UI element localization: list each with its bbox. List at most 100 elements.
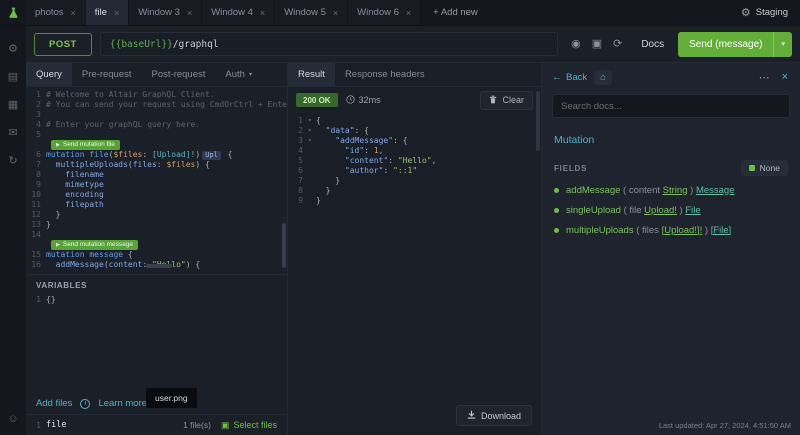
docs-fields: addMessage ( content String ) Message sin… [542, 180, 800, 240]
learn-more-link[interactable]: Learn more [98, 398, 147, 409]
docs-home-button[interactable]: ⌂ [594, 69, 612, 85]
code-text: filename [65, 170, 104, 179]
result-panel: Result Response headers 200 OK 32ms Clear… [288, 63, 542, 435]
window-tab[interactable]: photos × [26, 0, 86, 25]
run-label: Send mutation message [62, 240, 133, 248]
docs-menu-icon[interactable]: ⋯ [756, 71, 773, 84]
account-icon[interactable]: ☺ [7, 414, 18, 425]
tab-auth[interactable]: Auth ▾ [215, 63, 262, 86]
query-vertical-scrollbar-thumb[interactable] [282, 223, 286, 268]
code-line: 7 } [288, 176, 541, 186]
close-docs-icon[interactable]: × [780, 71, 790, 83]
tab-label: Window 4 [211, 7, 253, 18]
docs-search-input[interactable] [561, 100, 781, 112]
code-line: 9 mimetype [26, 180, 287, 190]
fold-icon[interactable]: ▾ [308, 116, 316, 126]
close-tab-icon[interactable]: × [260, 8, 265, 18]
code-line: 8 } [288, 186, 541, 196]
clear-result-button[interactable]: Clear [480, 90, 533, 110]
code-line: 1 ▾{ [288, 116, 541, 126]
altair-app: photos × file × Window 3 × Window 4 × Window 5 × W… [0, 0, 800, 435]
field-name-link[interactable]: singleUpload [566, 205, 621, 216]
docs-icon[interactable]: ▤ [8, 72, 18, 83]
panels-row: Query Pre-request Post-request Auth ▾ 1 # Wel… [26, 62, 800, 435]
close-tab-icon[interactable]: × [71, 8, 76, 18]
tab-pre-request[interactable]: Pre-request [72, 63, 142, 86]
add-files-link[interactable]: Add files [36, 398, 72, 409]
code-line: 2 # You can send your request using CmdOr… [26, 100, 296, 110]
query-editor[interactable]: 1 # Welcome to Altair GraphQL Client. 2 # Y… [26, 87, 296, 270]
tab-label: Result [298, 69, 325, 80]
download-button[interactable]: Download [455, 405, 532, 426]
code-text: {} [46, 295, 56, 304]
line-number: 14 [31, 230, 41, 239]
run-mutation-button[interactable]: ▶ Send mutation message [51, 240, 138, 250]
add-new-window-button[interactable]: + Add new [421, 0, 490, 25]
window-tab[interactable]: Window 6 × [348, 0, 422, 25]
code-line: 2 ▾ "data": { [288, 126, 541, 136]
http-method-button[interactable]: POST [34, 32, 92, 56]
close-tab-icon[interactable]: × [114, 8, 119, 18]
none-filter-button[interactable]: None [740, 160, 788, 176]
code-text: } [316, 176, 341, 185]
return-type-link[interactable]: [File] [711, 225, 732, 236]
close-tab-icon[interactable]: × [333, 8, 338, 18]
copy-icon[interactable]: ▣ [592, 38, 602, 50]
arg-type-link[interactable]: Upload! [644, 205, 677, 216]
tab-post-request[interactable]: Post-request [142, 63, 216, 86]
tab-label: Window 6 [357, 7, 399, 18]
field-name-link[interactable]: addMessage [566, 185, 620, 196]
file-upload-icon: ▣ [220, 419, 230, 430]
run-mutation-button[interactable]: ▶ Send mutation file [51, 140, 120, 150]
close-tab-icon[interactable]: × [187, 8, 192, 18]
fold-icon[interactable]: ▾ [308, 136, 316, 146]
code-line: 4 "id": 1, [288, 146, 541, 156]
send-request-button[interactable]: Send (message) ▾ [678, 31, 792, 57]
tab-result[interactable]: Result [288, 63, 335, 86]
docs-back-button[interactable]: ← Back [552, 72, 587, 83]
environment-selector[interactable]: ⚙ Staging [729, 0, 800, 25]
line-number: 12 [31, 210, 41, 219]
window-tab[interactable]: file × [85, 0, 130, 25]
variables-header[interactable]: VARIABLES [26, 275, 287, 292]
close-tab-icon[interactable]: × [406, 8, 411, 18]
reload-docs-icon[interactable]: ⟳ [613, 38, 622, 50]
plugins-icon[interactable]: ✉ [8, 128, 17, 139]
variables-editor[interactable]: 1 {} [26, 292, 287, 305]
code-line: 6 "author": "::1" [288, 166, 541, 176]
arg-type-link[interactable]: String [663, 185, 688, 196]
query-horizontal-scrollbar-thumb[interactable] [146, 264, 172, 268]
settings-icon[interactable]: ⚙ [8, 44, 18, 55]
query-panel-spacer [26, 305, 287, 393]
history-icon[interactable]: ↻ [8, 156, 17, 167]
tab-label: Pre-request [81, 69, 132, 80]
file-variable-name-input[interactable]: file [46, 420, 183, 430]
window-tabs: photos × file × Window 3 × Window 4 × Window 5 × W… [26, 0, 422, 25]
tab-response-headers[interactable]: Response headers [335, 63, 435, 86]
select-files-button[interactable]: ▣ Select files [221, 420, 277, 431]
line-number: 8 [36, 170, 41, 179]
file-count-label: 1 file(s) [183, 420, 211, 430]
return-type-link[interactable]: File [685, 205, 700, 216]
eye-icon[interactable]: ◉ [571, 38, 581, 50]
collections-icon[interactable]: ▦ [8, 100, 18, 111]
code-line: 1 {} [26, 295, 287, 305]
window-tab[interactable]: Window 4 × [202, 0, 276, 25]
file-name-tooltip: user.png [146, 388, 197, 408]
altair-logo-icon [0, 0, 26, 25]
download-icon [467, 410, 476, 421]
result-scrollbar-thumb[interactable] [536, 91, 540, 151]
fold-icon[interactable]: ▾ [308, 126, 316, 136]
response-editor[interactable]: 1 ▾{2 ▾ "data": {3 ▾ "addMessage": {4 "id":… [288, 113, 541, 206]
window-tab[interactable]: Window 3 × [129, 0, 203, 25]
arg-type-link[interactable]: [Upload!]! [662, 225, 703, 236]
return-type-link[interactable]: Message [696, 185, 735, 196]
window-tab[interactable]: Window 5 × [275, 0, 349, 25]
info-icon[interactable]: i [80, 398, 91, 409]
field-name-link[interactable]: multipleUploads [566, 225, 634, 236]
line-number: 1 [298, 116, 303, 125]
tab-query[interactable]: Query [26, 63, 72, 86]
docs-toggle-button[interactable]: Docs [641, 39, 664, 50]
chevron-down-icon[interactable]: ▾ [773, 31, 792, 57]
url-input[interactable]: {{baseUrl}}/graphql [99, 32, 559, 56]
